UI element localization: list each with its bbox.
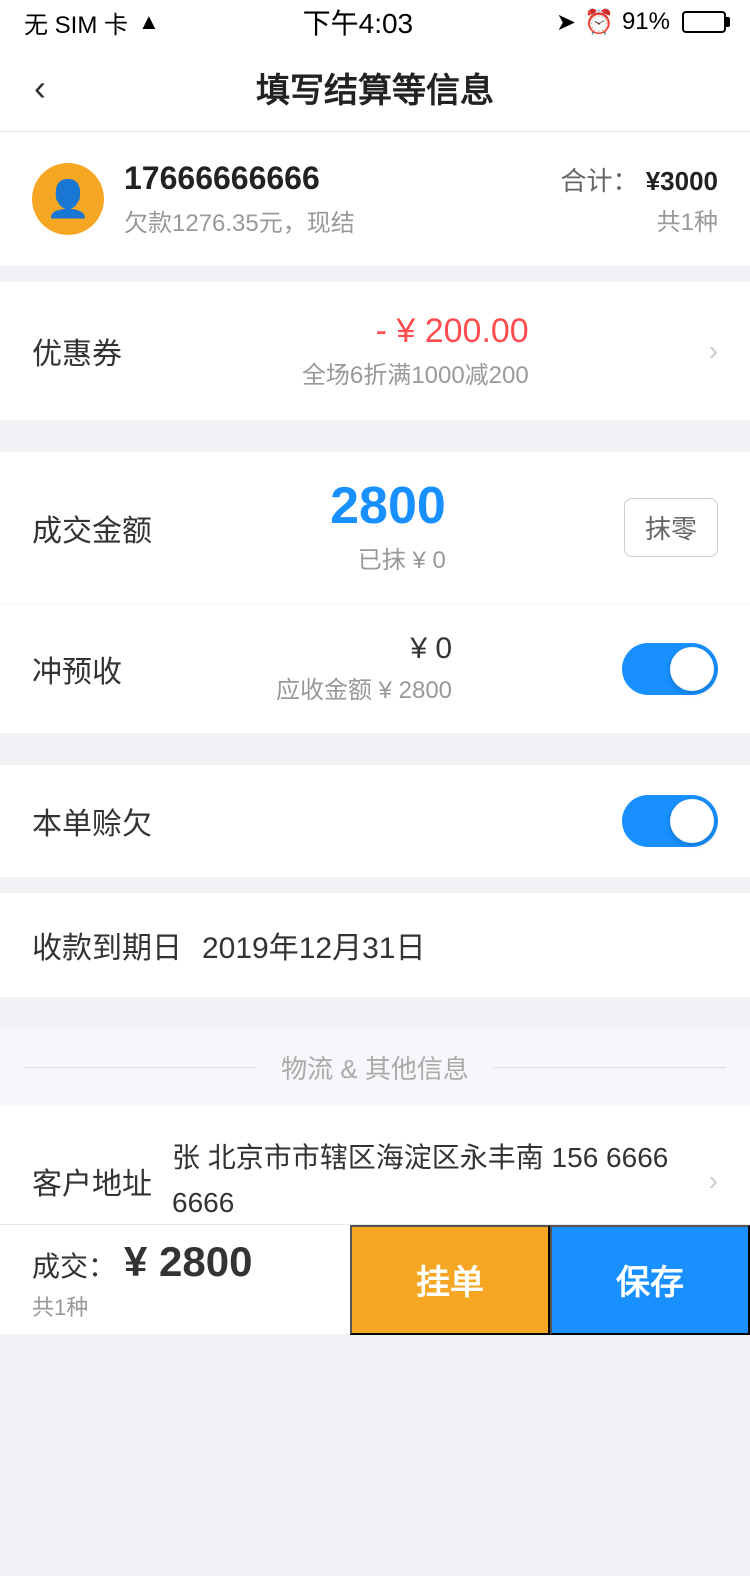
section-divider-1: [0, 436, 750, 452]
deal-amount-value: 2800: [330, 480, 446, 532]
bottom-deal-count: 共1种: [32, 1290, 318, 1322]
coupon-sub: 全场6折满1000减200: [302, 355, 529, 390]
logistics-line-right: [493, 1067, 726, 1068]
save-button[interactable]: 保存: [550, 1225, 750, 1335]
coupon-chevron-icon: ›: [709, 335, 718, 367]
round-button[interactable]: 抹零: [624, 498, 718, 557]
arrearage-section: 本单赊欠: [0, 765, 750, 877]
deal-amount-row: 成交金额 2800 已抹 ¥ 0 抹零: [0, 452, 750, 604]
back-button[interactable]: ‹: [24, 57, 56, 119]
bottom-info: 成交： ¥ 2800 共1种: [0, 1238, 350, 1322]
content: 👤 17666666666 欠款1276.35元，现结 合计： ¥3000 共1…: [0, 132, 750, 1576]
user-total: 合计： ¥3000 共1种: [560, 161, 718, 237]
form-section-1: 成交金额 2800 已抹 ¥ 0 抹零 冲预收 ¥ 0 应收金额 ¥ 2800: [0, 452, 750, 733]
coupon-label: 优惠券: [32, 329, 122, 373]
carrier-text: 无 SIM 卡: [24, 5, 128, 40]
coupon-row[interactable]: 优惠券 - ¥ 200.00 全场6折满1000减200 ›: [0, 282, 750, 420]
section-divider-3: [0, 1013, 750, 1029]
prepay-right: ¥ 0 应收金额 ¥ 2800: [276, 632, 452, 705]
due-date-label: 收款到期日: [32, 923, 182, 967]
logistics-divider: 物流 & 其他信息: [0, 1029, 750, 1106]
page-title: 填写结算等信息: [256, 63, 494, 112]
total-label: 合计： ¥3000: [560, 161, 718, 198]
address-label: 客户地址: [32, 1159, 152, 1203]
arrearage-label: 本单赊欠: [32, 799, 152, 843]
status-left: 无 SIM 卡 ▲: [24, 5, 160, 40]
alarm-icon: ⏰: [584, 8, 614, 37]
user-phone: 17666666666: [124, 160, 355, 197]
status-bar: 无 SIM 卡 ▲ 下午4:03 ➤ ⏰ 91%: [0, 0, 750, 44]
status-time: 下午4:03: [303, 2, 414, 42]
deal-amount-label: 成交金额: [32, 506, 152, 550]
total-count: 共1种: [560, 202, 718, 237]
user-left: 👤 17666666666 欠款1276.35元，现结: [32, 160, 355, 238]
avatar: 👤: [32, 163, 104, 235]
address-chevron-icon: ›: [709, 1165, 718, 1197]
prepay-sub: 应收金额 ¥ 2800: [276, 670, 452, 705]
arrearage-toggle[interactable]: [622, 795, 718, 847]
user-sub-text: 欠款1276.35元，现结: [124, 203, 355, 238]
bottom-deal: 成交： ¥ 2800: [32, 1238, 318, 1286]
logistics-line-left: [24, 1067, 257, 1068]
user-info-card: 👤 17666666666 欠款1276.35元，现结 合计： ¥3000 共1…: [0, 132, 750, 266]
bottom-bar: 成交： ¥ 2800 共1种 挂单 保存: [0, 1224, 750, 1334]
location-icon: ➤: [556, 8, 576, 37]
deal-amount-right: 2800 已抹 ¥ 0: [330, 480, 446, 575]
wifi-icon: ▲: [138, 9, 160, 35]
bottom-deal-label: 成交：: [32, 1245, 116, 1285]
section-divider-2: [0, 749, 750, 765]
prepay-row: 冲预收 ¥ 0 应收金额 ¥ 2800: [0, 604, 750, 733]
due-date-section: 收款到期日 2019年12月31日: [0, 893, 750, 997]
coupon-right: - ¥ 200.00 全场6折满1000减200: [302, 312, 529, 390]
address-value: 张 北京市市辖区海淀区永丰南 156 6666 6666: [172, 1136, 697, 1226]
prepay-value: ¥ 0: [276, 632, 452, 666]
prepay-toggle[interactable]: [622, 643, 718, 695]
bottom-deal-value: ¥ 2800: [124, 1238, 252, 1286]
battery-text: 91%: [622, 8, 670, 36]
deal-amount-sub: 已抹 ¥ 0: [330, 540, 446, 575]
user-details: 17666666666 欠款1276.35元，现结: [124, 160, 355, 238]
prepay-label: 冲预收: [32, 647, 122, 691]
battery-icon: [682, 11, 726, 33]
hang-button[interactable]: 挂单: [350, 1225, 550, 1335]
logistics-label: 物流 & 其他信息: [281, 1049, 469, 1086]
status-right: ➤ ⏰ 91%: [556, 8, 726, 37]
coupon-value: - ¥ 200.00: [302, 312, 529, 351]
due-date-value: 2019年12月31日: [202, 923, 425, 967]
nav-bar: ‹ 填写结算等信息: [0, 44, 750, 132]
